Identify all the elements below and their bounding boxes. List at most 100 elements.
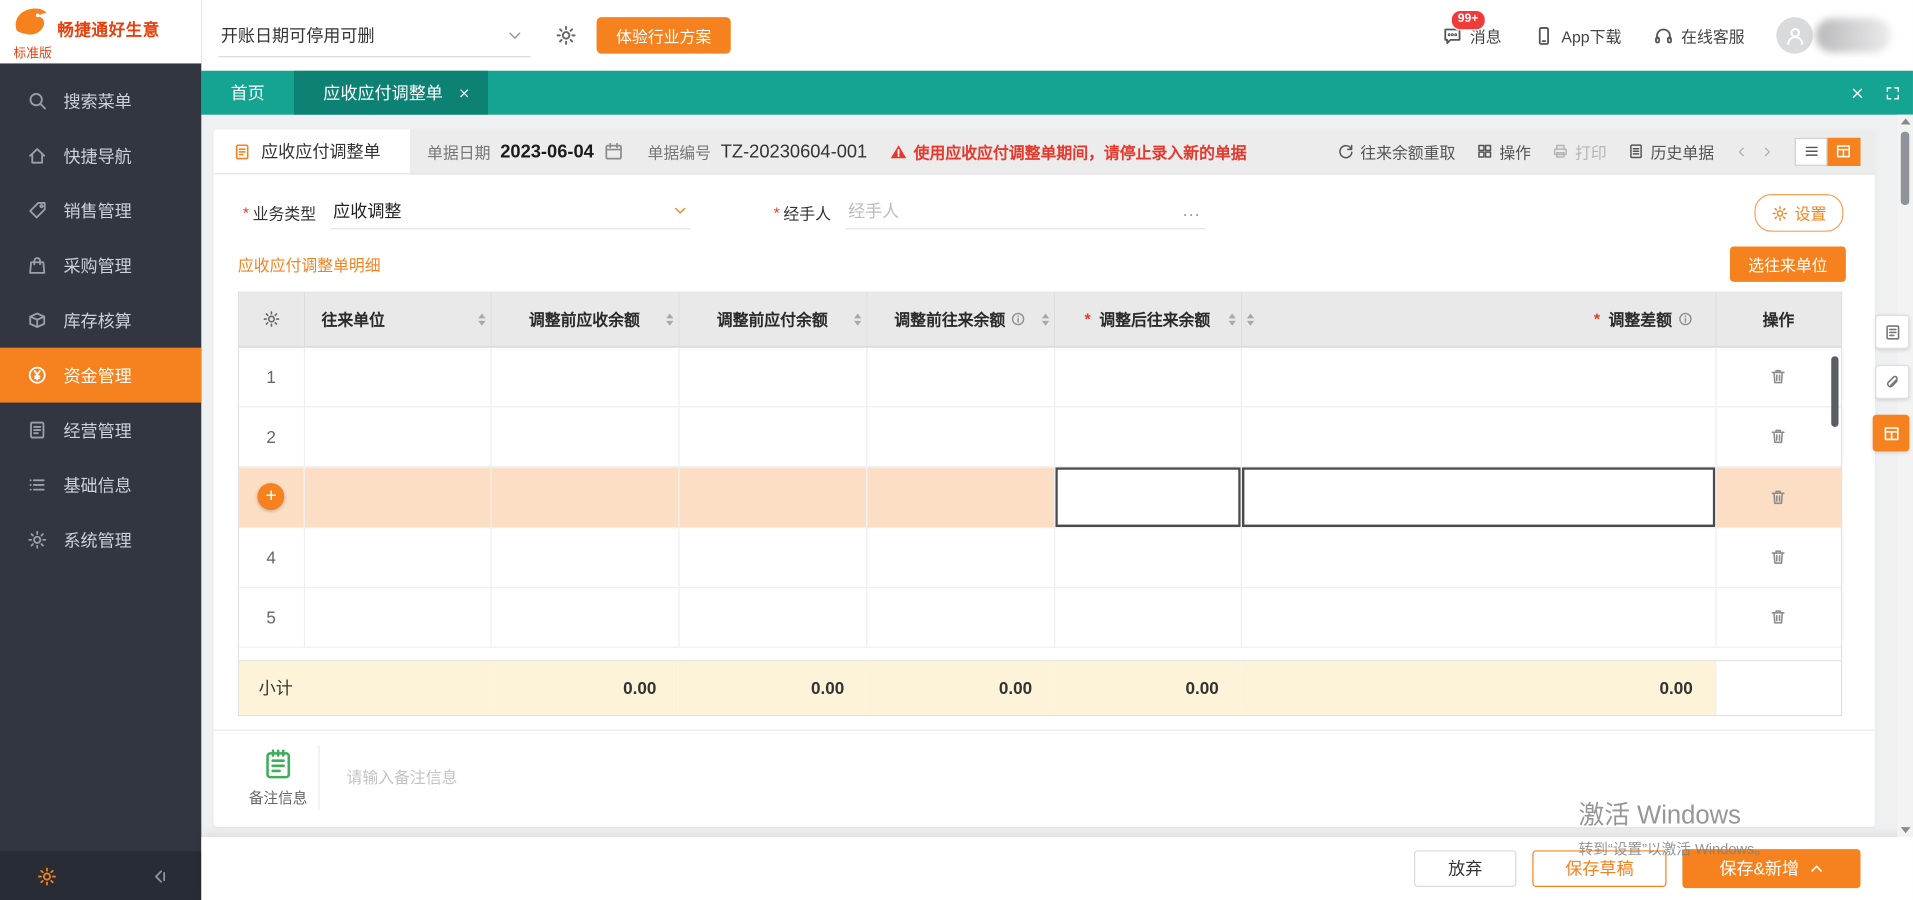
cell-pre-receivable[interactable] (490, 586, 679, 648)
topbar-settings-icon[interactable] (555, 24, 577, 46)
calendar-icon[interactable] (604, 142, 624, 162)
cell-pre-payable[interactable] (678, 406, 867, 467)
select-partner-button[interactable]: 选往来单位 (1729, 246, 1846, 282)
sidebar-item-search-menu[interactable]: 搜索菜单 (0, 73, 201, 128)
sidebar-item-purchase[interactable]: 采购管理 (0, 238, 201, 293)
assistant-panel-button[interactable] (1872, 414, 1910, 452)
cell-partner[interactable] (303, 586, 492, 648)
app-download-button[interactable]: App下载 (1533, 24, 1621, 47)
cell-partner[interactable] (303, 346, 492, 407)
sort-icon[interactable] (1227, 313, 1236, 326)
cell-post-balance[interactable] (1054, 527, 1242, 588)
close-all-tabs-icon[interactable] (1850, 85, 1866, 101)
delete-row-icon[interactable] (1769, 367, 1787, 385)
list-view-toggle[interactable] (1794, 137, 1828, 166)
scrollbar-thumb[interactable] (1900, 131, 1910, 205)
col-pre-balance[interactable]: 调整前往来余额 (866, 292, 1055, 348)
business-type-input[interactable] (330, 196, 691, 230)
sidebar-item-system[interactable]: 系统管理 (0, 512, 201, 567)
accounting-period-select[interactable]: 开账日期可停用可删 (218, 14, 531, 57)
sidebar-item-funds[interactable]: 资金管理 (0, 347, 202, 403)
tab-close-icon[interactable] (458, 86, 471, 99)
cell-post-balance[interactable] (1054, 586, 1242, 648)
cell-pre-payable[interactable] (678, 586, 867, 648)
cell-pre-payable[interactable] (678, 466, 867, 528)
sidebar-item-operations[interactable]: 经营管理 (0, 403, 201, 458)
history-docs-button[interactable]: 历史单据 (1627, 140, 1714, 163)
scroll-down-arrow[interactable] (1900, 827, 1910, 834)
diff-input[interactable] (1241, 466, 1715, 526)
info-icon[interactable] (1677, 311, 1693, 327)
cell-partner[interactable] (303, 406, 492, 467)
cell-post-balance[interactable] (1054, 406, 1242, 467)
save-draft-button[interactable]: 保存草稿 (1532, 850, 1667, 887)
cell-partner[interactable] (303, 466, 492, 528)
sort-icon[interactable] (1041, 313, 1049, 326)
column-settings-button[interactable] (239, 292, 305, 348)
cell-pre-receivable[interactable] (490, 466, 679, 528)
sort-icon[interactable] (853, 313, 861, 326)
grid-scrollbar[interactable] (1831, 356, 1839, 427)
collapse-sidebar-icon[interactable] (149, 866, 170, 887)
col-diff[interactable]: * 调整差额 (1240, 292, 1716, 348)
col-post-balance[interactable]: * 调整后往来余额 (1054, 292, 1242, 348)
online-service-button[interactable]: 在线客服 (1653, 24, 1745, 47)
cell-pre-balance[interactable] (866, 346, 1055, 407)
sort-icon[interactable] (1246, 313, 1254, 326)
next-doc-icon[interactable] (1760, 145, 1773, 158)
cell-pre-payable[interactable] (678, 527, 867, 588)
handler-more-button[interactable]: ... (1183, 200, 1201, 220)
settings-button[interactable]: 设置 (1754, 193, 1844, 232)
post-balance-input[interactable] (1054, 466, 1240, 526)
attachment-button[interactable] (1875, 364, 1910, 399)
cell-pre-balance[interactable] (866, 466, 1055, 528)
scroll-up-arrow[interactable] (1900, 118, 1910, 125)
messages-button[interactable]: 99+ 消息 (1442, 9, 1502, 47)
cell-pre-receivable[interactable] (490, 527, 679, 588)
doc-date-value[interactable]: 2023-06-04 (500, 141, 594, 162)
delete-row-icon[interactable] (1769, 548, 1787, 566)
col-pre-receivable[interactable]: 调整前应收余额 (490, 292, 679, 348)
trial-solution-button[interactable]: 体验行业方案 (596, 17, 731, 54)
sidebar-item-sales[interactable]: 销售管理 (0, 183, 201, 238)
sort-icon[interactable] (477, 313, 485, 326)
cell-diff[interactable] (1240, 527, 1716, 588)
sidebar-item-quick-nav[interactable]: 快捷导航 (0, 128, 201, 183)
grid-view-toggle[interactable] (1827, 137, 1861, 166)
cell-pre-balance[interactable] (866, 586, 1055, 648)
col-partner[interactable]: 往来单位 (303, 292, 492, 348)
cell-pre-payable[interactable] (678, 346, 867, 407)
cell-diff[interactable] (1240, 346, 1716, 407)
delete-row-icon[interactable] (1769, 608, 1787, 626)
refetch-balance-button[interactable]: 往来余额重取 (1337, 140, 1455, 163)
cell-pre-receivable[interactable] (490, 406, 679, 467)
chevron-down-icon[interactable] (672, 203, 688, 219)
cell-pre-receivable[interactable] (490, 346, 679, 407)
sort-icon[interactable] (665, 313, 673, 326)
save-and-new-button[interactable]: 保存&新增 (1682, 849, 1861, 889)
prev-doc-icon[interactable] (1735, 145, 1748, 158)
tab-home[interactable]: 首页 (201, 71, 294, 115)
remarks-input[interactable] (346, 742, 1851, 813)
cell-diff[interactable] (1240, 406, 1716, 467)
cell-diff[interactable] (1240, 586, 1716, 648)
cell-pre-balance[interactable] (866, 527, 1055, 588)
user-avatar[interactable] (1776, 17, 1813, 54)
print-button[interactable]: 打印 (1552, 140, 1607, 163)
col-pre-payable[interactable]: 调整前应付余额 (678, 292, 867, 348)
delete-row-icon[interactable] (1769, 427, 1787, 445)
cell-pre-balance[interactable] (866, 406, 1055, 467)
cell-post-balance[interactable] (1054, 346, 1242, 407)
handler-input[interactable] (845, 196, 1206, 230)
info-icon[interactable] (1010, 311, 1026, 327)
discard-button[interactable]: 放弃 (1413, 850, 1517, 887)
side-panel-doc-button[interactable] (1875, 314, 1910, 349)
page-scrollbar[interactable] (1897, 114, 1913, 837)
delete-row-icon[interactable] (1769, 487, 1787, 505)
cell-partner[interactable] (303, 527, 492, 588)
doc-number-value[interactable]: TZ-20230604-001 (721, 141, 868, 162)
sidebar-settings-icon[interactable] (37, 866, 58, 887)
sidebar-item-base-info[interactable]: 基础信息 (0, 458, 201, 513)
tab-adjustment-doc[interactable]: 应收应付调整单 (294, 70, 488, 115)
fullscreen-icon[interactable] (1885, 85, 1901, 101)
